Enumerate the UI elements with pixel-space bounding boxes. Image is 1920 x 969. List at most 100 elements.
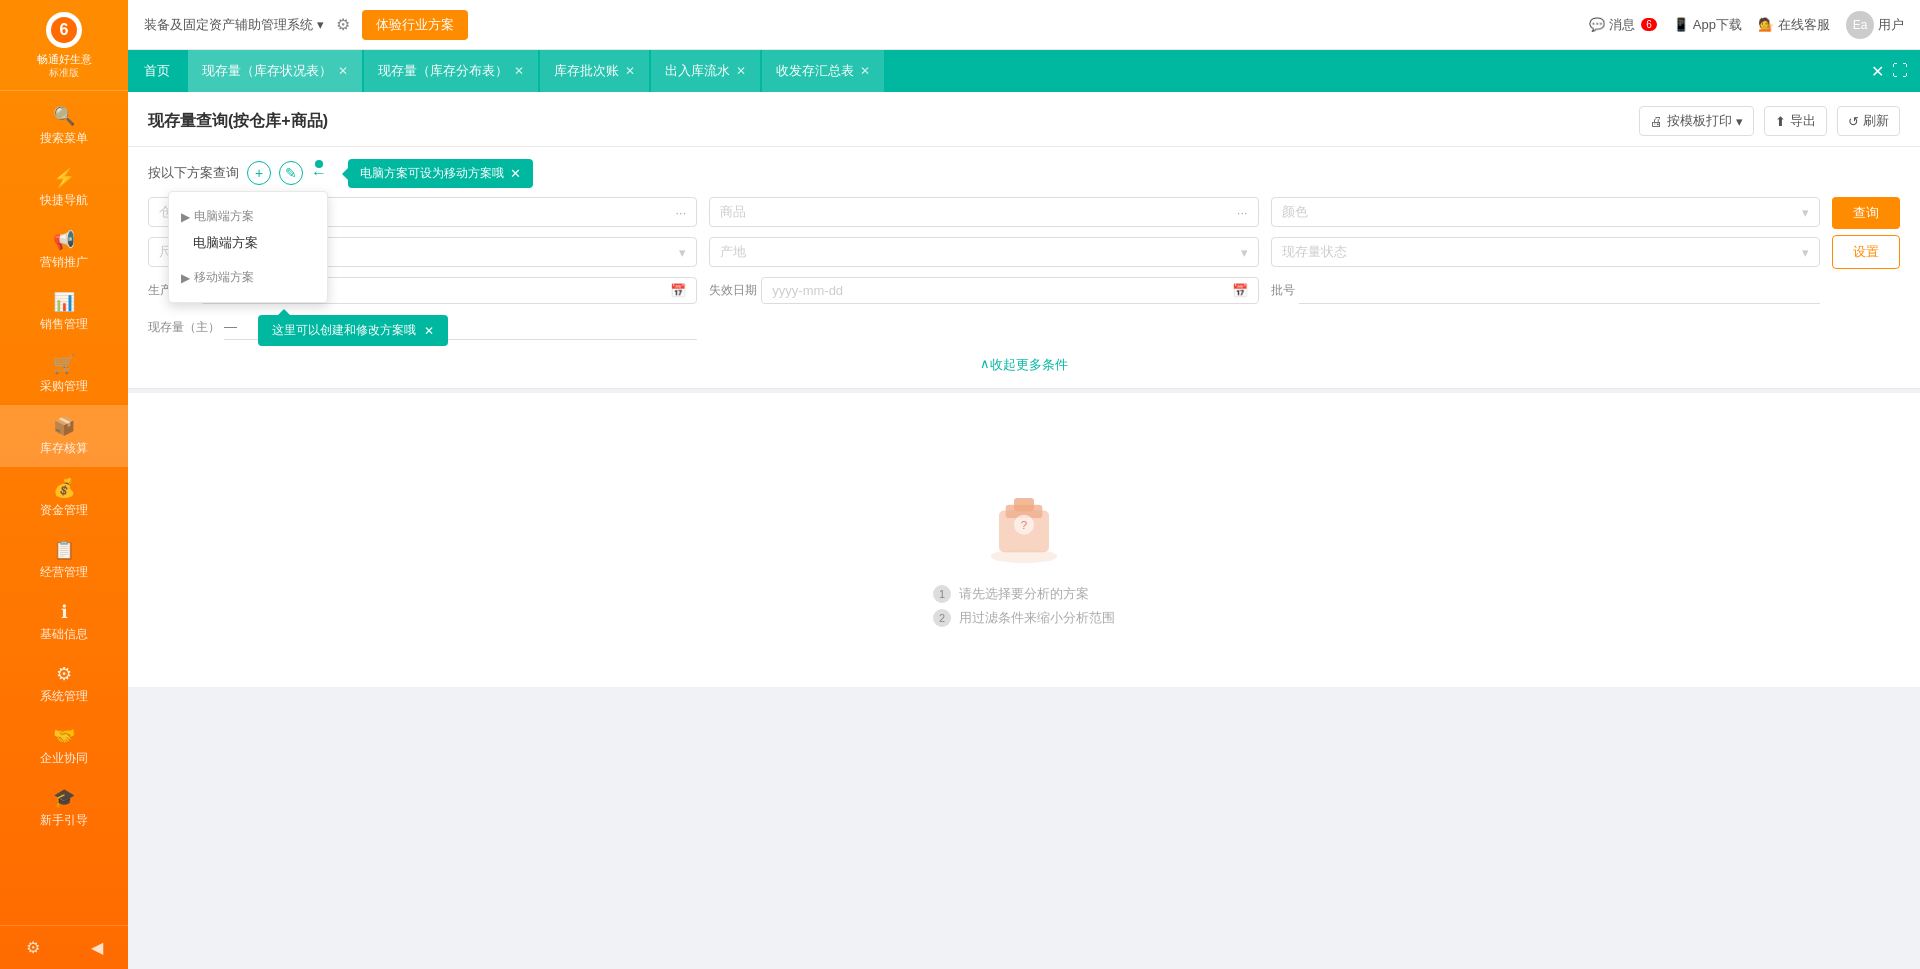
page-title: 现存量查询(按仓库+商品): [148, 111, 328, 132]
tab-inventory-distribution[interactable]: 现存量（库存分布表） ✕: [364, 50, 538, 92]
service-icon: 💁: [1758, 17, 1774, 32]
experience-button[interactable]: 体验行业方案: [362, 10, 468, 40]
search-nav-icon: 🔍: [53, 105, 75, 127]
system-name-select[interactable]: 装备及固定资产辅助管理系统 ▾: [144, 16, 324, 34]
expiry-date-wrapper: 失效日期 yyyy-mm-dd 📅: [709, 277, 1258, 304]
tab-summary-close[interactable]: ✕: [860, 64, 870, 78]
origin-chevron-icon: ▾: [1241, 245, 1248, 260]
message-action[interactable]: 💬 消息 6: [1589, 16, 1657, 34]
sidebar-item-enterprise-label: 企业协同: [40, 750, 88, 767]
stock-status-select[interactable]: 现存量状态 ▾: [1271, 237, 1820, 267]
app-download-action[interactable]: 📱 App下载: [1673, 16, 1742, 34]
sidebar-item-basic-info[interactable]: ℹ 基础信息: [0, 591, 128, 653]
operations-icon: 📋: [53, 539, 75, 561]
sidebar-item-search[interactable]: 🔍 搜索菜单: [0, 95, 128, 157]
tab-inventory-status-close[interactable]: ✕: [338, 64, 348, 78]
scheme-tooltip-close[interactable]: ✕: [510, 166, 521, 181]
sidebar-nav: 🔍 搜索菜单 ⚡ 快捷导航 📢 营销推广 📊 销售管理 🛒 采购管理 📦 库存核…: [0, 91, 128, 925]
user-label: 用户: [1878, 16, 1904, 34]
sidebar-item-system[interactable]: ⚙ 系统管理: [0, 653, 128, 715]
batch-label: 批号: [1271, 282, 1295, 299]
online-service-action[interactable]: 💁 在线客服: [1758, 16, 1830, 34]
goods-select[interactable]: 商品 ···: [709, 197, 1258, 227]
sidebar-item-quick-nav[interactable]: ⚡ 快捷导航: [0, 157, 128, 219]
filter-batch: 批号: [1271, 278, 1820, 304]
batch-wrapper: 批号: [1271, 278, 1820, 304]
sidebar-item-operations[interactable]: 📋 经营管理: [0, 529, 128, 591]
tab-inout-flow[interactable]: 出入库流水 ✕: [651, 50, 760, 92]
tab-summary[interactable]: 收发存汇总表 ✕: [762, 50, 884, 92]
message-label: 消息: [1609, 16, 1635, 34]
user-avatar-text: Ea: [1853, 18, 1868, 32]
batch-input[interactable]: [1299, 278, 1820, 304]
settings-bottom-icon[interactable]: ⚙: [26, 938, 40, 957]
page-actions: 🖨 按模板打印 ▾ ⬆ 导出 ↺ 刷新: [1639, 106, 1900, 136]
tab-inventory-distribution-close[interactable]: ✕: [514, 64, 524, 78]
sidebar-item-quick-nav-label: 快捷导航: [40, 192, 88, 209]
expiry-date-input[interactable]: yyyy-mm-dd 📅: [761, 277, 1258, 304]
results-area: ? 1 请先选择要分析的方案 2 用过滤条件来缩小分析范围: [128, 393, 1920, 687]
scheme-mobile-section-label: 移动端方案: [194, 269, 254, 286]
export-button[interactable]: ⬆ 导出: [1764, 106, 1827, 136]
main-content: 装备及固定资产辅助管理系统 ▾ ⚙ 体验行业方案 💬 消息 6 📱 App下载 …: [128, 0, 1920, 969]
enterprise-icon: 🤝: [53, 725, 75, 747]
sidebar-item-marketing[interactable]: 📢 营销推广: [0, 219, 128, 281]
user-action[interactable]: Ea 用户: [1846, 11, 1904, 39]
sidebar-item-finance[interactable]: 💰 资金管理: [0, 467, 128, 529]
add-scheme-icon: +: [255, 165, 263, 181]
sidebar-bottom: ⚙ ◀: [0, 925, 128, 969]
topbar-settings-icon[interactable]: ⚙: [336, 15, 350, 34]
goods-more-icon: ···: [1237, 205, 1248, 220]
tab-batch-account[interactable]: 库存批次账 ✕: [540, 50, 649, 92]
sidebar-item-purchase[interactable]: 🛒 采购管理: [0, 343, 128, 405]
tip-num-1: 1: [933, 585, 951, 603]
print-icon: 🖨: [1650, 114, 1663, 129]
sidebar-item-basic-info-label: 基础信息: [40, 626, 88, 643]
filter-row-3: 生产日期 yyyy-mm-dd 📅 失效日期: [148, 277, 1820, 304]
system-name-chevron-icon: ▾: [317, 17, 324, 32]
expiry-date-label: 失效日期: [709, 282, 757, 299]
reset-button[interactable]: 设置: [1832, 235, 1900, 269]
filter-row-1: 仓库 ··· 商品 ··· 颜色: [148, 197, 1820, 227]
tab-inout-flow-close[interactable]: ✕: [736, 64, 746, 78]
tabbar-close-all-icon[interactable]: ✕: [1871, 62, 1884, 81]
tabbar-expand-icon[interactable]: ⛶: [1892, 62, 1908, 81]
search-button[interactable]: 查询: [1832, 197, 1900, 229]
tab-inout-flow-label: 出入库流水: [665, 62, 730, 80]
filter-add-button[interactable]: +: [247, 161, 271, 185]
collapse-row[interactable]: ∧ 收起更多条件: [148, 346, 1900, 374]
scheme-pc-item-1[interactable]: 电脑端方案: [181, 229, 315, 257]
tab-batch-account-label: 库存批次账: [554, 62, 619, 80]
empty-icon: ?: [974, 473, 1074, 573]
collapse-sidebar-icon[interactable]: ◀: [91, 938, 103, 957]
origin-select[interactable]: 产地 ▾: [709, 237, 1258, 267]
sidebar-item-enterprise[interactable]: 🤝 企业协同: [0, 715, 128, 777]
tab-inventory-status[interactable]: 现存量（库存状况表） ✕: [188, 50, 362, 92]
color-select[interactable]: 颜色 ▾: [1271, 197, 1820, 227]
scheme-pc-section-toggle[interactable]: ▶ 电脑端方案: [181, 204, 315, 229]
inventory-icon: 📦: [53, 415, 75, 437]
tab-home[interactable]: 首页: [128, 50, 186, 92]
refresh-button[interactable]: ↺ 刷新: [1837, 106, 1900, 136]
scheme-pc-section: ▶ 电脑端方案 电脑端方案: [169, 200, 327, 261]
color-label: 颜色: [1282, 203, 1308, 221]
sidebar-item-guide[interactable]: 🎓 新手引导: [0, 777, 128, 839]
sidebar-item-sales[interactable]: 📊 销售管理: [0, 281, 128, 343]
sidebar-item-inventory[interactable]: 📦 库存核算: [0, 405, 128, 467]
svg-rect-5: [1014, 498, 1034, 511]
filter-edit-button[interactable]: ✎: [279, 161, 303, 185]
collapse-label: 收起更多条件: [990, 356, 1068, 374]
basic-info-icon: ℹ: [61, 601, 68, 623]
tab-batch-account-close[interactable]: ✕: [625, 64, 635, 78]
page-header: 现存量查询(按仓库+商品) 🖨 按模板打印 ▾ ⬆ 导出 ↺ 刷新: [128, 92, 1920, 147]
create-scheme-tooltip-close[interactable]: ✕: [424, 324, 434, 338]
empty-tips: 1 请先选择要分析的方案 2 用过滤条件来缩小分析范围: [933, 585, 1115, 627]
print-button[interactable]: 🖨 按模板打印 ▾: [1639, 106, 1754, 136]
topbar-left: 装备及固定资产辅助管理系统 ▾ ⚙ 体验行业方案: [144, 10, 468, 40]
export-icon: ⬆: [1775, 114, 1786, 129]
sidebar-item-finance-label: 资金管理: [40, 502, 88, 519]
filter-origin: 产地 ▾: [709, 237, 1258, 267]
scheme-mobile-section-toggle[interactable]: ▶ 移动端方案: [181, 265, 315, 290]
sidebar-item-inventory-label: 库存核算: [40, 440, 88, 457]
scheme-mobile-chevron-icon: ▶: [181, 271, 190, 285]
